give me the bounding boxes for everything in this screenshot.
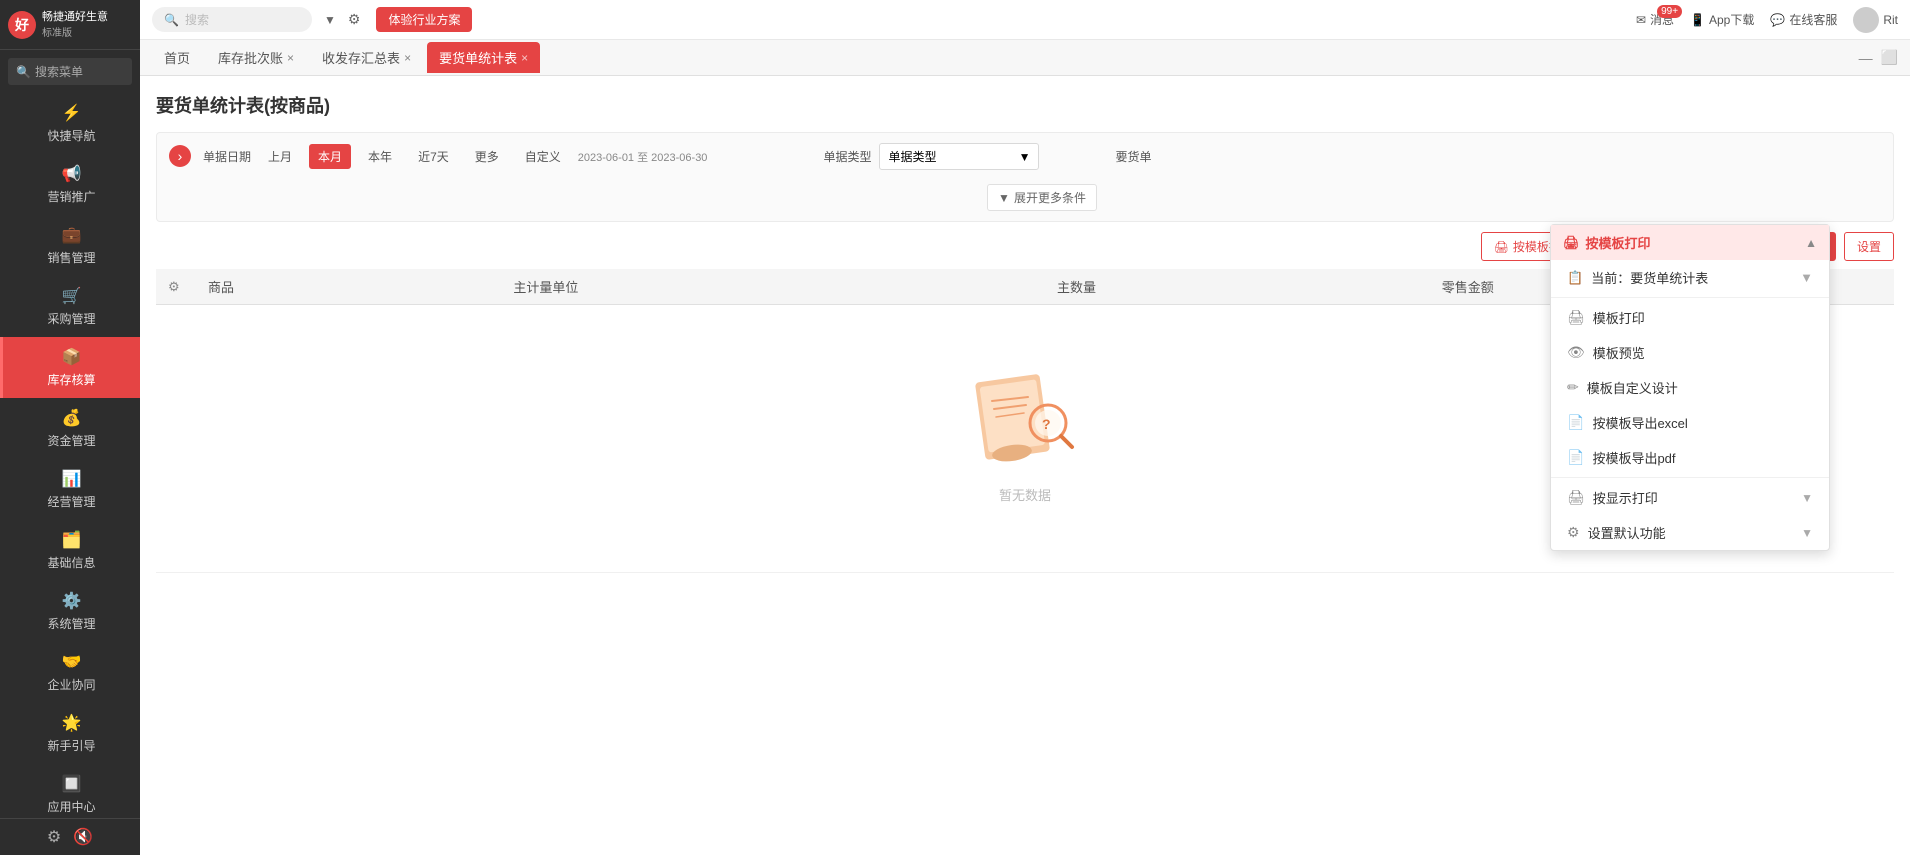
default-func-label-area: ⚙ 设置默认功能 (1567, 523, 1666, 542)
template-design-item[interactable]: ✏ 模板自定义设计 (1551, 370, 1829, 405)
current-template-label: 当前：要货单统计表 (1591, 268, 1708, 287)
print-dropdown-collapse[interactable]: ▲ (1805, 236, 1817, 250)
display-print-item[interactable]: 🖨 按显示打印 ▼ (1551, 480, 1829, 515)
current-template-item[interactable]: 📋 当前：要货单统计表 ▼ (1551, 260, 1829, 295)
display-print-icon: 🖨 (1567, 489, 1585, 506)
template-excel-item[interactable]: 📄 按模板导出excel (1551, 405, 1829, 440)
divider-1 (1551, 297, 1829, 298)
print-dropdown: 🖨 按模板打印 ▲ 📋 当前：要货单统计表 ▼ 🖨 模板打印 👁 模板预览 (1550, 224, 1830, 551)
template-excel-icon: 📄 (1567, 414, 1584, 431)
print-dropdown-header[interactable]: 🖨 按模板打印 ▲ (1551, 225, 1829, 260)
default-func-arrow: ▼ (1801, 526, 1813, 540)
divider-2 (1551, 477, 1829, 478)
default-func-icon: ⚙ (1567, 524, 1580, 541)
current-template-icon: 📋 (1567, 270, 1583, 286)
template-pdf-icon: 📄 (1567, 449, 1584, 466)
main-area: 🔍 搜索 ▼ ⚙ 体验行业方案 ✉ 消息 99+ 📱 App下载 💬 在线客服 (140, 0, 1910, 855)
print-dropdown-title: 按模板打印 (1586, 233, 1651, 252)
display-print-arrow: ▼ (1801, 491, 1813, 505)
template-preview-item[interactable]: 👁 模板预览 (1551, 335, 1829, 370)
print-dropdown-title-area: 🖨 按模板打印 (1563, 233, 1651, 252)
template-design-icon: ✏ (1567, 379, 1579, 396)
current-template-arrow: ▼ (1800, 270, 1813, 285)
template-pdf-item[interactable]: 📄 按模板导出pdf (1551, 440, 1829, 475)
template-print-item[interactable]: 🖨 模板打印 (1551, 300, 1829, 335)
print-header-icon: 🖨 (1563, 235, 1580, 251)
display-print-label-area: 🖨 按显示打印 (1567, 488, 1658, 507)
template-print-icon: 🖨 (1567, 309, 1585, 326)
default-func-item[interactable]: ⚙ 设置默认功能 ▼ (1551, 515, 1829, 550)
template-preview-icon: 👁 (1567, 344, 1585, 361)
page-content: 要货单统计表(按商品) › 单据日期 上月 本月 本年 近7天 更多 自定义 2… (140, 76, 1910, 855)
